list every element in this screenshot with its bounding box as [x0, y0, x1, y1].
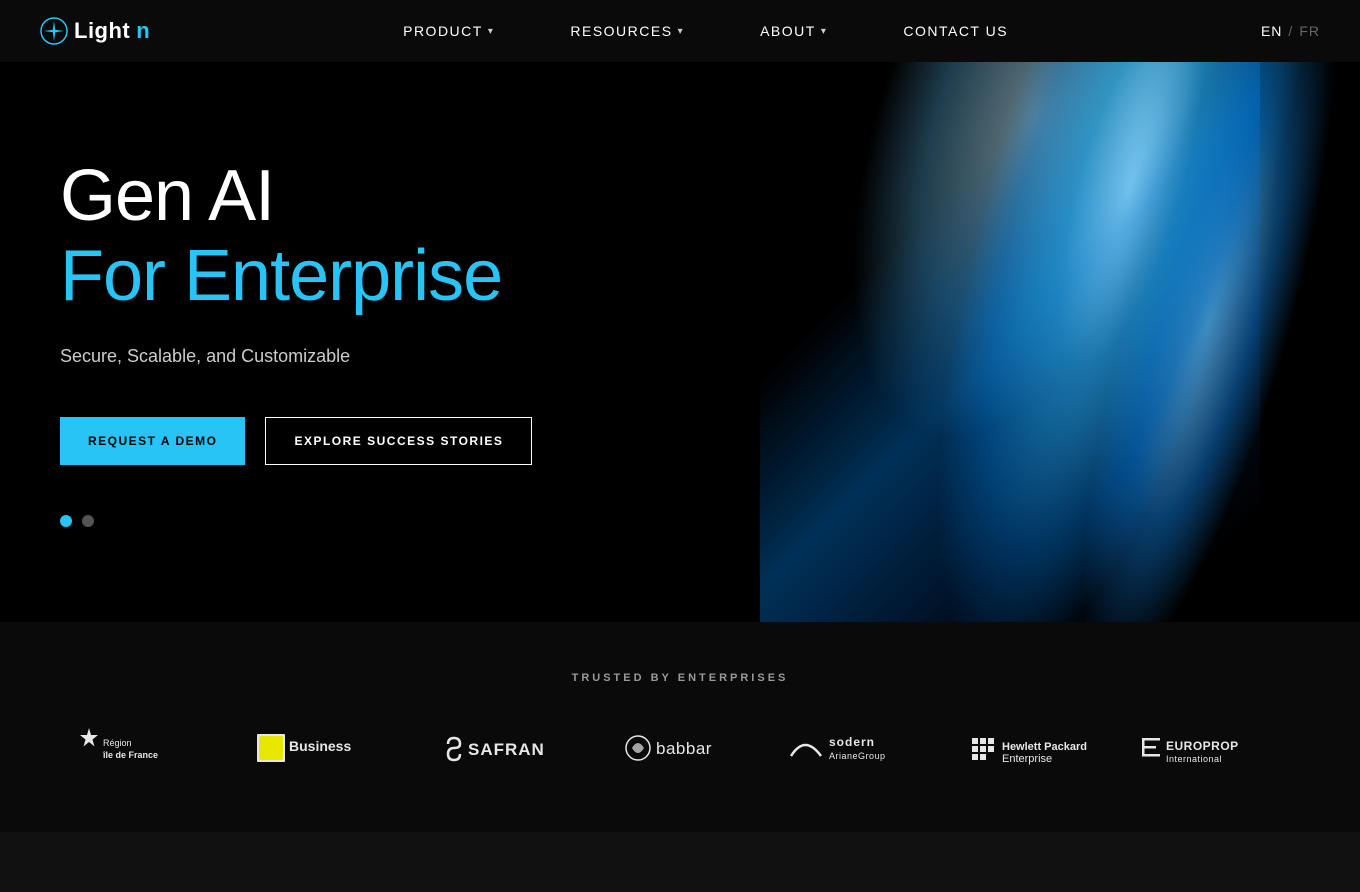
logo-idf: Région île de France	[60, 724, 220, 772]
request-demo-button[interactable]: REQUEST A DEMO	[60, 417, 245, 465]
logo-icon	[40, 17, 68, 45]
logos-row: Région île de France Business SAFRAN	[60, 724, 1300, 772]
orange-logo-svg: Business	[255, 724, 385, 772]
nav-links: PRODUCT ▾ RESOURCES ▾ ABOUT ▾ CONTACT US	[365, 0, 1046, 62]
language-switcher: EN / FR	[1261, 23, 1320, 39]
nav-resources[interactable]: RESOURCES ▾	[532, 0, 722, 62]
svg-text:ArianeGroup: ArianeGroup	[829, 751, 886, 761]
trusted-section: TRUSTED BY ENTERPRISES Région île de Fra…	[0, 622, 1360, 832]
svg-text:Enterprise: Enterprise	[1002, 753, 1052, 765]
svg-text:babbar: babbar	[656, 739, 712, 758]
europrop-logo-svg: EUROPROP International	[1140, 724, 1300, 772]
safran-logo-svg: SAFRAN	[440, 724, 560, 772]
svg-text:Hewlett Packard: Hewlett Packard	[1002, 741, 1087, 753]
chevron-down-icon: ▾	[488, 26, 495, 37]
trusted-label: TRUSTED BY ENTERPRISES	[60, 672, 1300, 684]
logo-suffix: n	[136, 18, 150, 44]
hp-logo-svg: Hewlett Packard Enterprise	[970, 724, 1110, 772]
svg-text:Business: Business	[289, 738, 351, 754]
sodern-logo-svg: sodern ArianeGroup	[785, 724, 935, 772]
lang-separator: /	[1288, 23, 1293, 39]
svg-text:SAFRAN: SAFRAN	[468, 740, 545, 759]
carousel-dot-2[interactable]	[82, 515, 94, 527]
logo-babbar: babbar	[600, 724, 760, 772]
carousel-dot-1[interactable]	[60, 515, 72, 527]
explore-stories-button[interactable]: EXPLORE SUCCESS STORIES	[265, 417, 532, 465]
svg-text:EUROPROP: EUROPROP	[1166, 739, 1239, 753]
hero-section: Gen AI For Enterprise Secure, Scalable, …	[0, 62, 1360, 622]
svg-text:International: International	[1166, 754, 1222, 764]
hero-title-line1: Gen AI	[60, 157, 532, 236]
hero-subtitle: Secure, Scalable, and Customizable	[60, 346, 532, 367]
chevron-down-icon: ▾	[678, 26, 685, 37]
chevron-down-icon: ▾	[821, 26, 828, 37]
babbar-logo-svg: babbar	[620, 724, 740, 772]
logo-text: Light	[74, 18, 130, 44]
lang-fr[interactable]: FR	[1299, 23, 1320, 39]
logo-europrop: EUROPROP International	[1140, 724, 1300, 772]
logo-hp: Hewlett Packard Enterprise	[960, 724, 1120, 772]
navigation: Lightn PRODUCT ▾ RESOURCES ▾ ABOUT ▾ CON…	[0, 0, 1360, 62]
idf-logo-svg: Région île de France	[75, 724, 205, 772]
nav-about[interactable]: ABOUT ▾	[722, 0, 865, 62]
logo[interactable]: Lightn	[40, 17, 150, 45]
bottom-section	[0, 832, 1360, 892]
nav-product[interactable]: PRODUCT ▾	[365, 0, 532, 62]
hero-buttons: REQUEST A DEMO EXPLORE SUCCESS STORIES	[60, 417, 532, 465]
lang-en[interactable]: EN	[1261, 23, 1282, 39]
logo-safran: SAFRAN	[420, 724, 580, 772]
logo-sodern: sodern ArianeGroup	[780, 724, 940, 772]
hero-carousel-dots	[60, 515, 532, 527]
svg-text:Région: Région	[103, 738, 132, 748]
svg-text:île de France: île de France	[102, 750, 158, 760]
logo-orange: Business	[240, 724, 400, 772]
svg-text:sodern: sodern	[829, 735, 875, 749]
hero-title-line2: For Enterprise	[60, 237, 532, 316]
nav-contact[interactable]: CONTACT US	[865, 0, 1046, 62]
hero-content: Gen AI For Enterprise Secure, Scalable, …	[0, 157, 592, 526]
